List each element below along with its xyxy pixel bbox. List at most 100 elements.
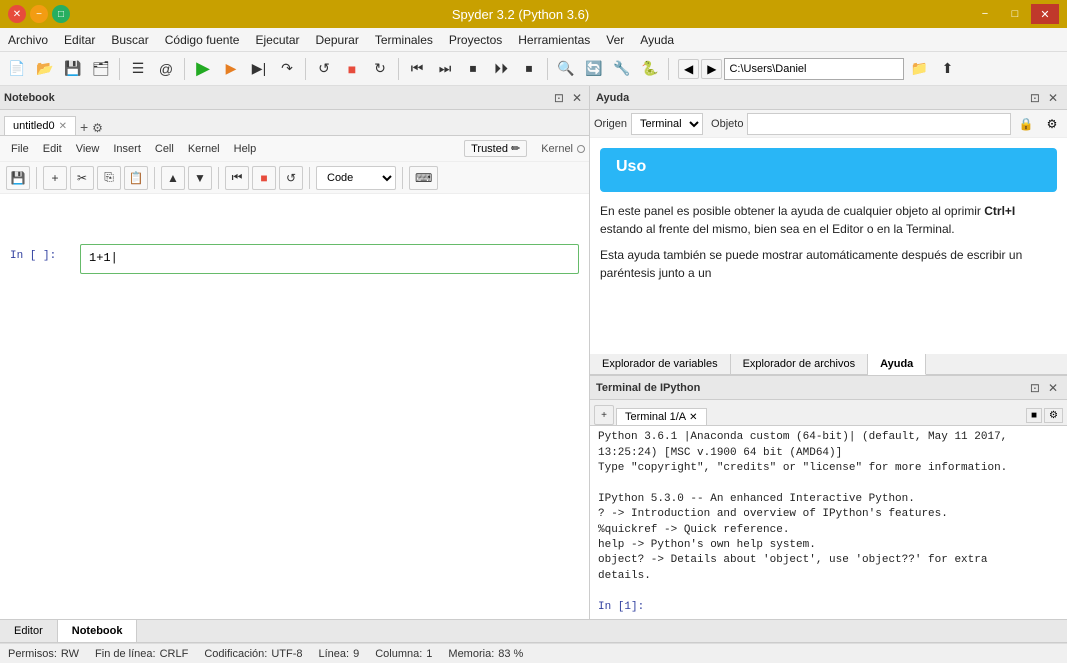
notebook-content[interactable]: In [ ]: 1+1|	[0, 194, 589, 619]
nb-keyboard-button[interactable]: ⌨	[409, 166, 438, 190]
nb-menu-edit[interactable]: Edit	[36, 141, 69, 157]
objeto-input[interactable]	[747, 113, 1011, 135]
step-button[interactable]: ↻	[367, 56, 393, 82]
ipython-stop-btn[interactable]: ■	[1026, 408, 1042, 423]
terminal-select[interactable]: Terminal	[631, 113, 703, 135]
ipython-header: Terminal de IPython ⊡ ✕	[590, 376, 1067, 400]
trusted-label: Trusted	[471, 143, 508, 155]
menu-depurar[interactable]: Depurar	[308, 31, 367, 49]
help-settings-button[interactable]: ⚙	[1041, 113, 1063, 135]
nb-restart-button[interactable]: ↺	[279, 166, 303, 190]
tab-explorador-variables[interactable]: Explorador de variables	[590, 354, 731, 374]
debug-start-button[interactable]: ⏮	[404, 56, 430, 82]
notebook-close-button[interactable]: ✕	[569, 91, 585, 105]
menu-ejecutar[interactable]: Ejecutar	[247, 31, 307, 49]
ipython-panel: Terminal de IPython ⊡ ✕ + Terminal 1/A ✕…	[590, 376, 1067, 619]
menu-ayuda[interactable]: Ayuda	[632, 31, 682, 49]
ipython-settings-btn[interactable]: ⚙	[1044, 408, 1063, 423]
save-all-button[interactable]: 🗂	[88, 56, 114, 82]
debug-stop-btn2[interactable]: ⏹	[516, 56, 542, 82]
nb-save-button[interactable]: 💾	[6, 166, 30, 190]
main-area: Notebook ⊡ ✕ untitled0 ✕ + ⚙ File Edit V…	[0, 86, 1067, 619]
cell-type-select[interactable]: Code	[316, 166, 396, 190]
ipython-tab-1[interactable]: Terminal 1/A ✕	[616, 408, 707, 425]
menu-ver[interactable]: Ver	[598, 31, 632, 49]
replace-button[interactable]: 🔄	[581, 56, 607, 82]
menu-buscar[interactable]: Buscar	[103, 31, 156, 49]
ipython-undock-button[interactable]: ⊡	[1027, 381, 1043, 395]
nb-copy-button[interactable]: ⎘	[97, 166, 121, 190]
notebook-tab-untitled0[interactable]: untitled0 ✕	[4, 116, 76, 135]
cell-input[interactable]: 1+1|	[80, 244, 579, 274]
notebook-toolbar: 💾 + ✂ ⎘ 📋 ▲ ▼ ⏮ ■ ↺ Code ⌨	[0, 162, 589, 194]
save-file-button[interactable]: 💾	[60, 56, 86, 82]
ipython-close-button[interactable]: ✕	[1045, 381, 1061, 395]
nb-cut-button[interactable]: ✂	[70, 166, 94, 190]
notebook-add-tab-button[interactable]: +	[80, 119, 88, 135]
help-tabs: Explorador de variables Explorador de ar…	[590, 354, 1067, 375]
wrench-button[interactable]: 🔧	[609, 56, 635, 82]
tab-ayuda[interactable]: Ayuda	[868, 354, 926, 375]
cell-code: 1+1	[89, 251, 111, 265]
nb-run-first-button[interactable]: ⏮	[225, 166, 249, 190]
ipython-new-tab-button[interactable]: +	[594, 405, 614, 425]
menu-proyectos[interactable]: Proyectos	[441, 31, 510, 49]
nb-add-cell-button[interactable]: +	[43, 166, 67, 190]
menu-editar[interactable]: Editar	[56, 31, 103, 49]
maximize-window-button[interactable]: □	[52, 5, 70, 23]
tab-explorador-archivos[interactable]: Explorador de archivos	[731, 354, 869, 374]
help-panel-header: Ayuda ⊡ ✕	[590, 86, 1067, 110]
menu-archivo[interactable]: Archivo	[0, 31, 56, 49]
nb-menu-view[interactable]: View	[69, 141, 107, 157]
bottom-tab-editor[interactable]: Editor	[0, 620, 58, 642]
ipython-tab-close-icon[interactable]: ✕	[689, 412, 697, 423]
title-close-button[interactable]: ✕	[1031, 4, 1059, 24]
nb-menu-cell[interactable]: Cell	[148, 141, 181, 157]
terminal-content[interactable]: Python 3.6.1 |Anaconda custom (64-bit)| …	[590, 426, 1067, 619]
nb-move-down-button[interactable]: ▼	[188, 166, 212, 190]
path-forward-button[interactable]: ▶	[701, 59, 722, 79]
help-undock-button[interactable]: ⊡	[1027, 91, 1043, 105]
menu-codigo-fuente[interactable]: Código fuente	[157, 31, 248, 49]
debug-step-button[interactable]: ⏭	[432, 56, 458, 82]
path-back-button[interactable]: ◀	[678, 59, 699, 79]
nb-menu-insert[interactable]: Insert	[106, 141, 148, 157]
path-input[interactable]	[724, 58, 904, 80]
nb-menu-kernel[interactable]: Kernel	[181, 141, 227, 157]
at-button[interactable]: @	[153, 56, 179, 82]
help-lock-button[interactable]: 🔒	[1015, 113, 1037, 135]
nb-stop-button[interactable]: ■	[252, 166, 276, 190]
menu-herramientas[interactable]: Herramientas	[510, 31, 598, 49]
step-over-button[interactable]: ↷	[274, 56, 300, 82]
notebook-tab-close-icon[interactable]: ✕	[59, 121, 67, 132]
notebook-tab-settings-button[interactable]: ⚙	[92, 121, 103, 135]
browse-button[interactable]: 📁	[906, 56, 932, 82]
run-button[interactable]: ▶	[190, 56, 216, 82]
find-button[interactable]: 🔍	[553, 56, 579, 82]
debug-stop-button[interactable]: ⏹	[460, 56, 486, 82]
python-button[interactable]: 🐍	[637, 56, 663, 82]
trusted-button[interactable]: Trusted ✏	[464, 140, 527, 157]
title-max-button[interactable]: □	[1001, 4, 1029, 24]
nb-menu-help[interactable]: Help	[227, 141, 264, 157]
bottom-tab-notebook[interactable]: Notebook	[58, 620, 138, 642]
close-window-button[interactable]: ✕	[8, 5, 26, 23]
nb-menu-file[interactable]: File	[4, 141, 36, 157]
run-debug-button[interactable]: ▶	[218, 56, 244, 82]
stop-button[interactable]: ■	[339, 56, 365, 82]
title-min-button[interactable]: −	[971, 4, 999, 24]
open-file-button[interactable]: 📂	[32, 56, 58, 82]
run-config-button[interactable]: ▶|	[246, 56, 272, 82]
up-button[interactable]: ⬆	[934, 56, 960, 82]
new-file-button[interactable]: 📄	[4, 56, 30, 82]
notebook-undock-button[interactable]: ⊡	[551, 91, 567, 105]
nb-paste-button[interactable]: 📋	[124, 166, 148, 190]
help-close-button[interactable]: ✕	[1045, 91, 1061, 105]
minimize-window-button[interactable]: −	[30, 5, 48, 23]
nb-move-up-button[interactable]: ▲	[161, 166, 185, 190]
status-bar: Permisos: RW Fin de línea: CRLF Codifica…	[0, 643, 1067, 663]
debug-continue-button[interactable]: ⏵⏵	[488, 56, 514, 82]
list-button[interactable]: ☰	[125, 56, 151, 82]
menu-terminales[interactable]: Terminales	[367, 31, 441, 49]
refresh-button[interactable]: ↺	[311, 56, 337, 82]
